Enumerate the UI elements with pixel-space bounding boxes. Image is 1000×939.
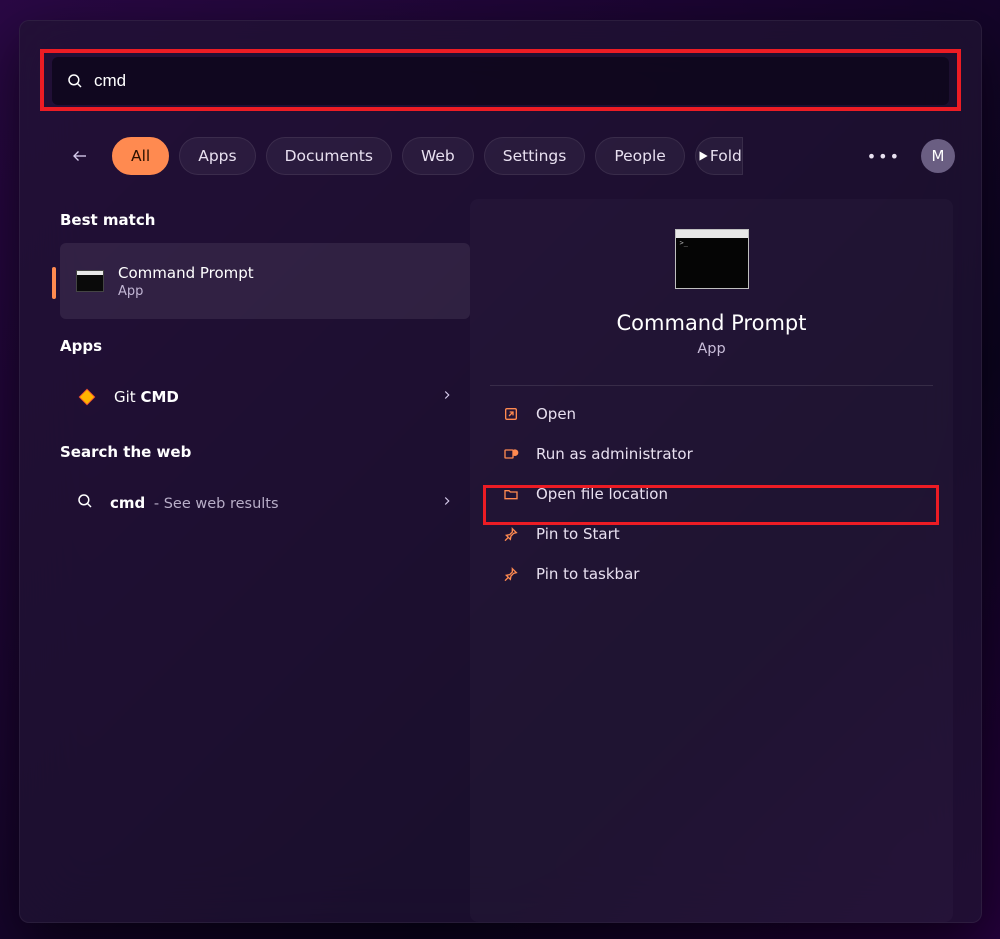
section-search-web: Search the web [60, 443, 470, 461]
filter-settings[interactable]: Settings [484, 137, 586, 175]
action-label: Open file location [536, 485, 668, 503]
filter-all[interactable]: All [112, 137, 169, 175]
cmd-icon-large [675, 229, 749, 289]
user-avatar[interactable]: M [921, 139, 955, 173]
search-icon [76, 492, 94, 514]
action-pin-start[interactable]: Pin to Start [490, 514, 933, 554]
result-subtitle: App [118, 284, 254, 299]
git-icon [76, 386, 98, 408]
result-command-prompt[interactable]: Command Prompt App [60, 243, 470, 319]
filter-bar: All Apps Documents Web Settings People F… [64, 137, 743, 175]
filter-documents[interactable]: Documents [266, 137, 392, 175]
open-icon [502, 405, 520, 423]
action-open[interactable]: Open [490, 394, 933, 434]
play-icon[interactable] [683, 137, 723, 175]
section-best-match: Best match [60, 211, 470, 229]
chevron-right-icon [440, 494, 454, 512]
filter-web[interactable]: Web [402, 137, 474, 175]
admin-shield-icon [502, 445, 520, 463]
pin-icon [502, 565, 520, 583]
action-label: Run as administrator [536, 445, 693, 463]
divider [490, 385, 933, 386]
back-button[interactable] [64, 140, 96, 172]
filter-people[interactable]: People [595, 137, 685, 175]
more-button[interactable]: ••• [867, 147, 901, 166]
content-area: Best match Command Prompt App Apps Git C… [20, 199, 981, 922]
web-result-label: cmd - See web results [110, 494, 279, 512]
action-run-as-admin[interactable]: Run as administrator [490, 434, 933, 474]
results-column: Best match Command Prompt App Apps Git C… [20, 199, 470, 922]
detail-panel: Command Prompt App Open Run as administr… [470, 199, 953, 922]
detail-title: Command Prompt [470, 311, 953, 335]
result-title: Command Prompt [118, 264, 254, 282]
result-web-cmd[interactable]: cmd - See web results [60, 475, 470, 531]
detail-subtitle: App [470, 341, 953, 357]
search-input[interactable] [84, 71, 935, 91]
filter-apps[interactable]: Apps [179, 137, 255, 175]
search-bar[interactable] [52, 57, 949, 105]
action-label: Open [536, 405, 576, 423]
pin-icon [502, 525, 520, 543]
action-label: Pin to Start [536, 525, 620, 543]
chevron-right-icon [440, 388, 454, 406]
cmd-icon [76, 270, 104, 292]
folder-icon [502, 485, 520, 503]
action-open-file-location[interactable]: Open file location [490, 474, 933, 514]
top-right-controls: ••• M [867, 139, 955, 173]
section-apps: Apps [60, 337, 470, 355]
result-git-label: Git CMD [114, 388, 179, 406]
search-icon [66, 72, 84, 90]
action-pin-taskbar[interactable]: Pin to taskbar [490, 554, 933, 594]
result-git-cmd[interactable]: Git CMD [60, 369, 470, 425]
action-label: Pin to taskbar [536, 565, 639, 583]
search-window: All Apps Documents Web Settings People F… [19, 20, 982, 923]
